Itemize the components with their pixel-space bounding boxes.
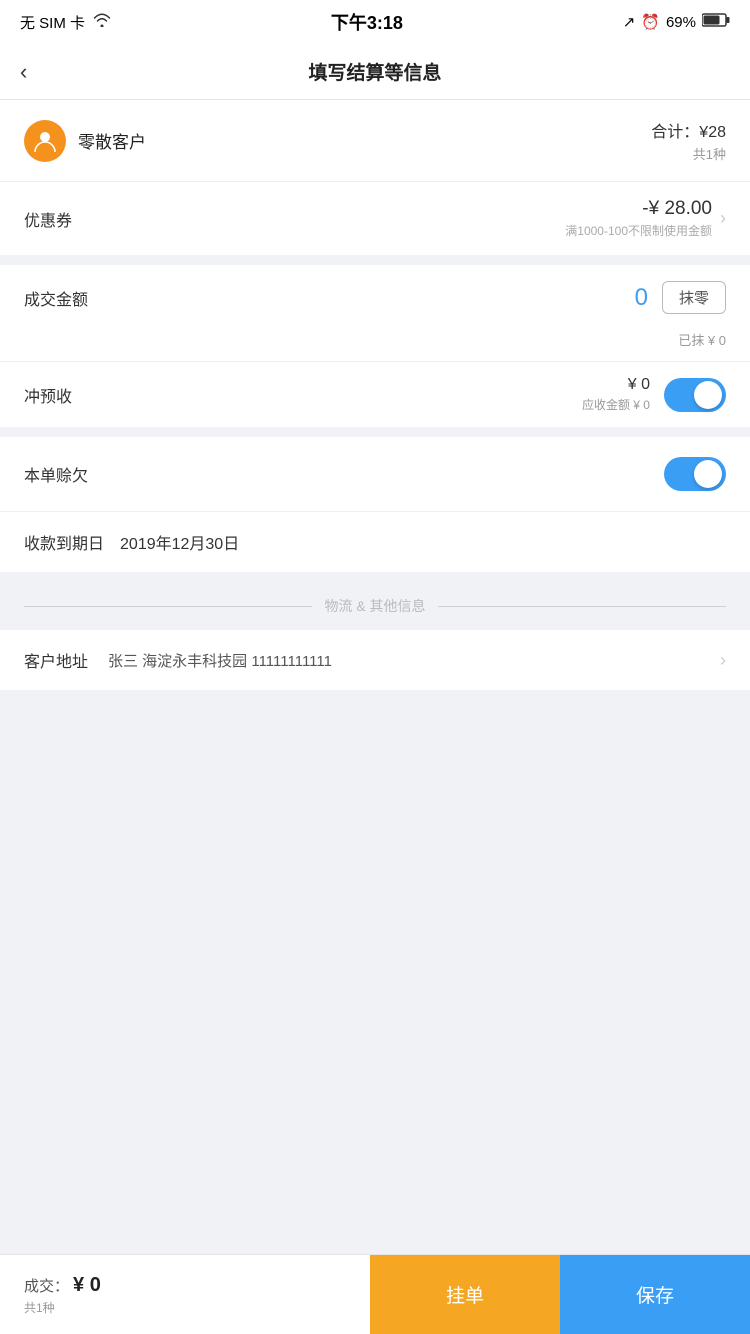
- duedate-row: 收款到期日 2019年12月30日: [0, 511, 750, 572]
- transaction-label: 成交金额: [24, 286, 88, 310]
- address-chevron-icon: ›: [720, 650, 726, 671]
- prepay-row: 冲预收 ¥ 0 应收金额 ¥ 0: [0, 361, 750, 427]
- prepay-right: ¥ 0 应收金额 ¥ 0: [582, 376, 726, 413]
- battery-text: 69%: [666, 14, 696, 31]
- content-area: 零散客户 合计：¥28 共1种 优惠券 -¥ 28.00 满1000-100不限…: [0, 100, 750, 800]
- hang-single-button[interactable]: 挂单: [370, 1255, 560, 1334]
- customer-avatar: [24, 120, 66, 162]
- prepay-toggle[interactable]: [664, 378, 726, 412]
- debt-label: 本单赊欠: [24, 462, 88, 486]
- transaction-section: 成交金额 0 抹零 已抹 ¥ 0 冲预收 ¥ 0 应收金额 ¥ 0: [0, 265, 750, 427]
- nav-bar: ‹ 填写结算等信息: [0, 44, 750, 100]
- customer-left: 零散客户: [24, 120, 146, 162]
- transaction-row: 成交金额 0 抹零: [0, 265, 750, 330]
- bottom-tx-label: 成交：: [24, 1275, 69, 1296]
- coupon-label: 优惠券: [24, 207, 72, 231]
- debt-toggle[interactable]: [664, 457, 726, 491]
- address-row[interactable]: 客户地址 张三 海淀永丰科技园 11111111111 ›: [0, 630, 750, 690]
- address-section[interactable]: 客户地址 张三 海淀永丰科技园 11111111111 ›: [0, 630, 750, 690]
- coupon-row[interactable]: 优惠券 -¥ 28.00 满1000-100不限制使用金额 ›: [0, 181, 750, 255]
- no-sim-text: 无 SIM 卡: [20, 12, 85, 33]
- prepay-sub: 应收金额 ¥ 0: [582, 396, 650, 413]
- bottom-info: 成交： ¥ 0 共1种: [0, 1274, 370, 1316]
- logistics-section: 物流 & 其他信息: [0, 582, 750, 630]
- bottom-count: 共1种: [24, 1299, 346, 1316]
- customer-total: 合计：¥28: [651, 118, 726, 142]
- back-button[interactable]: ‹: [20, 59, 27, 85]
- coupon-amount: -¥ 28.00: [565, 198, 712, 220]
- duedate-value: 2019年12月30日: [120, 530, 239, 554]
- round-button[interactable]: 抹零: [662, 281, 726, 314]
- duedate-label: 收款到期日: [24, 530, 104, 554]
- customer-right: 合计：¥28 共1种: [651, 118, 726, 163]
- address-label: 客户地址: [24, 648, 88, 672]
- coupon-right: -¥ 28.00 满1000-100不限制使用金额 ›: [565, 198, 726, 239]
- debt-section: 本单赊欠 收款到期日 2019年12月30日: [0, 437, 750, 572]
- location-icon: ↗: [623, 13, 636, 31]
- page-title: 填写结算等信息: [308, 58, 441, 85]
- prepay-amount: ¥ 0: [582, 376, 650, 394]
- customer-name: 零散客户: [78, 128, 146, 153]
- battery-icon: [702, 13, 730, 31]
- coupon-chevron-icon: ›: [720, 208, 726, 229]
- debt-row: 本单赊欠: [0, 437, 750, 511]
- transaction-sub: 已抹 ¥ 0: [0, 330, 750, 361]
- transaction-right: 0 抹零: [635, 281, 726, 314]
- status-bar: 无 SIM 卡 下午3:18 ↗ ⏰ 69%: [0, 0, 750, 44]
- coupon-value: -¥ 28.00 满1000-100不限制使用金额: [565, 198, 712, 239]
- status-left: 无 SIM 卡: [20, 12, 111, 33]
- customer-row: 零散客户 合计：¥28 共1种: [0, 100, 750, 181]
- transaction-value: 0: [635, 284, 648, 312]
- alarm-icon: ⏰: [641, 13, 660, 31]
- bottom-amount: ¥ 0: [73, 1274, 101, 1297]
- bottom-bar: 成交： ¥ 0 共1种 挂单 保存: [0, 1254, 750, 1334]
- prepay-values: ¥ 0 应收金额 ¥ 0: [582, 376, 650, 413]
- status-right: ↗ ⏰ 69%: [623, 13, 730, 31]
- customer-section: 零散客户 合计：¥28 共1种 优惠券 -¥ 28.00 满1000-100不限…: [0, 100, 750, 255]
- prepay-label: 冲预收: [24, 383, 72, 407]
- address-value: 张三 海淀永丰科技园 11111111111: [108, 650, 700, 671]
- logistics-label: 物流 & 其他信息: [324, 596, 425, 616]
- customer-count: 共1种: [651, 144, 726, 163]
- save-button[interactable]: 保存: [560, 1255, 750, 1334]
- status-time: 下午3:18: [331, 9, 403, 35]
- coupon-desc: 满1000-100不限制使用金额: [565, 222, 712, 239]
- wifi-icon: [93, 13, 111, 31]
- logistics-line: 物流 & 其他信息: [24, 596, 726, 616]
